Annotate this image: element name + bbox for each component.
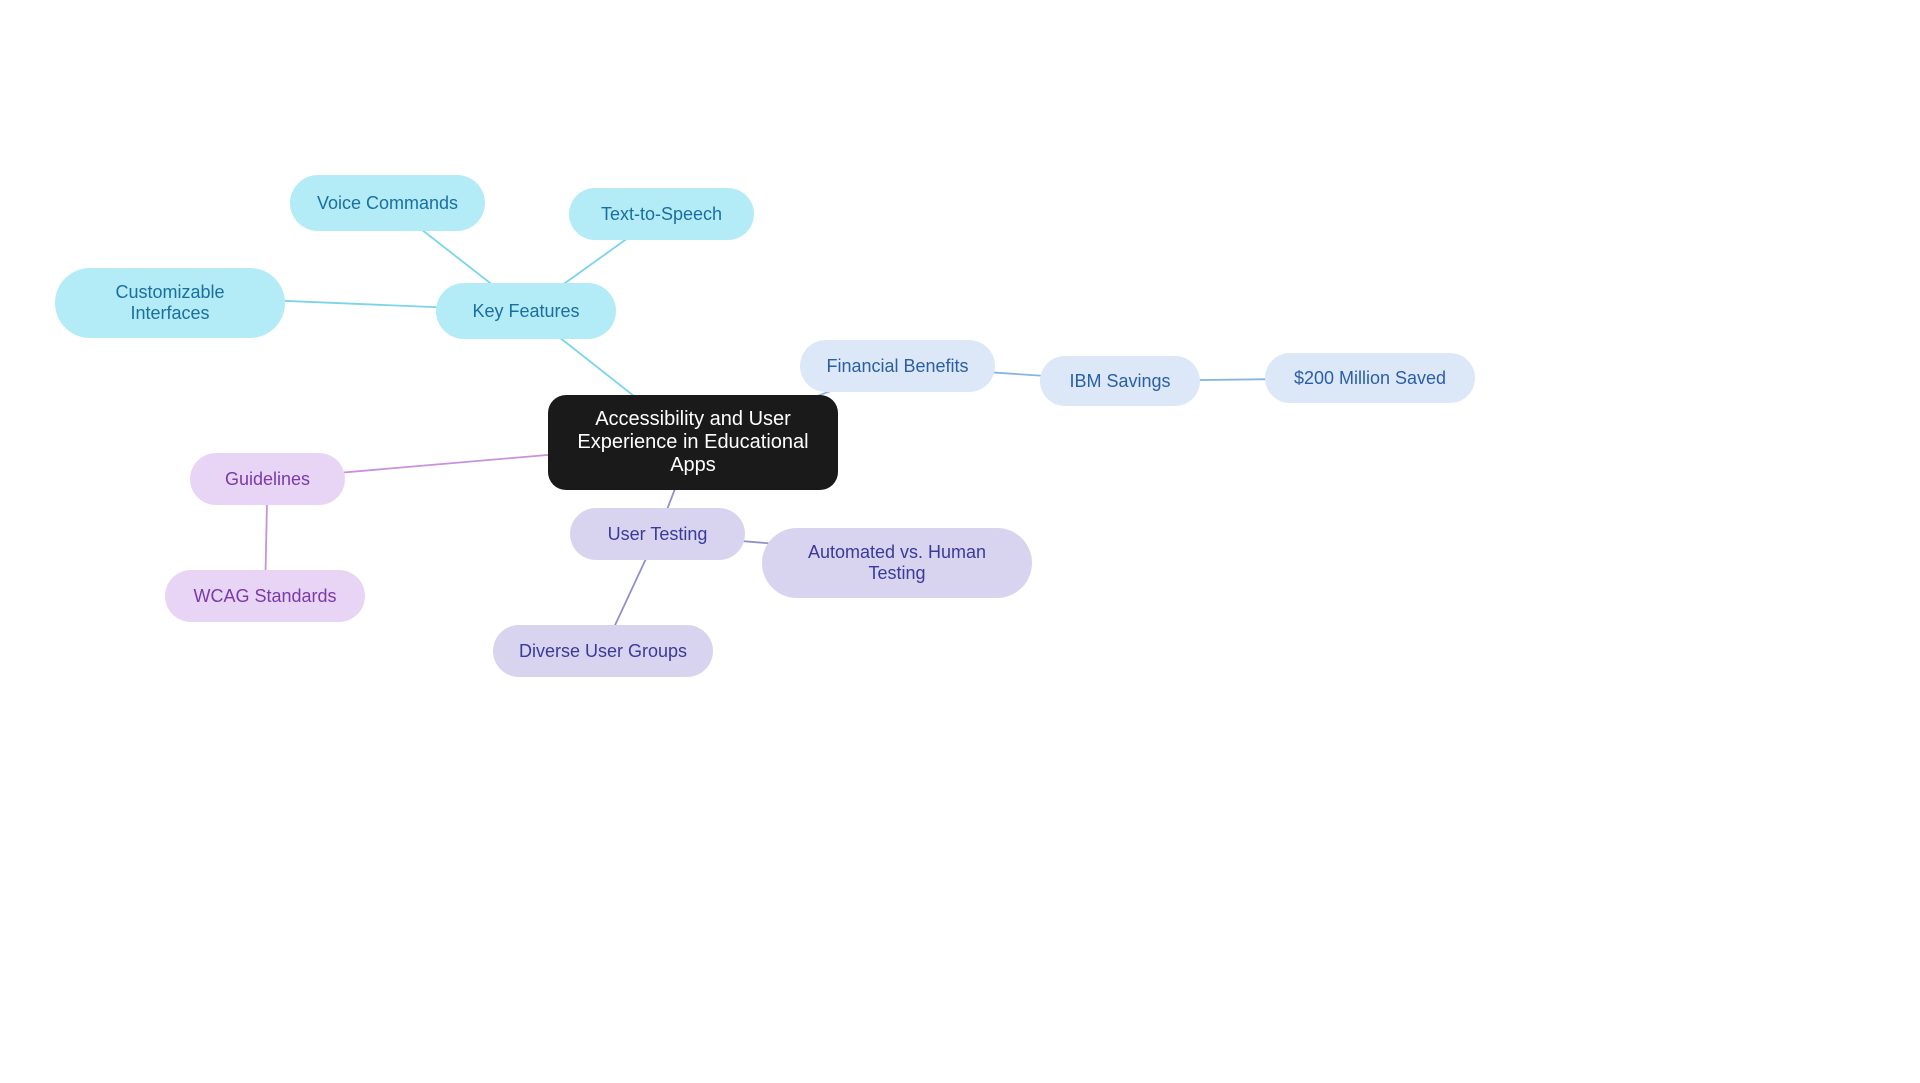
node-key_features[interactable]: Key Features	[436, 283, 616, 339]
node-center[interactable]: Accessibility and User Experience in Edu…	[548, 395, 838, 490]
node-text_to_speech[interactable]: Text-to-Speech	[569, 188, 754, 240]
node-voice_commands[interactable]: Voice Commands	[290, 175, 485, 231]
node-wcag_standards[interactable]: WCAG Standards	[165, 570, 365, 622]
node-diverse_user_groups[interactable]: Diverse User Groups	[493, 625, 713, 677]
node-200_million[interactable]: $200 Million Saved	[1265, 353, 1475, 403]
node-financial_benefits[interactable]: Financial Benefits	[800, 340, 995, 392]
node-guidelines[interactable]: Guidelines	[190, 453, 345, 505]
node-user_testing[interactable]: User Testing	[570, 508, 745, 560]
node-ibm_savings[interactable]: IBM Savings	[1040, 356, 1200, 406]
node-customizable_interfaces[interactable]: Customizable Interfaces	[55, 268, 285, 338]
mindmap-container: Accessibility and User Experience in Edu…	[0, 0, 1920, 1083]
node-automated_human[interactable]: Automated vs. Human Testing	[762, 528, 1032, 598]
